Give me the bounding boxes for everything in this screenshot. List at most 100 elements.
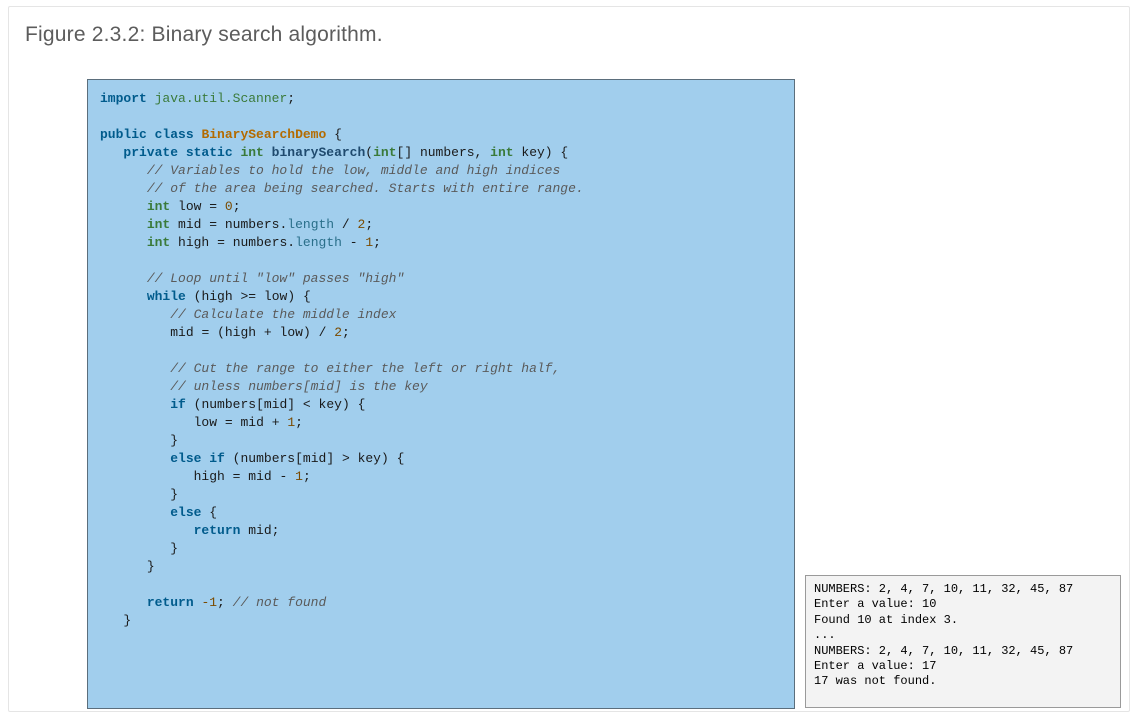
brace-open: {: [334, 127, 342, 142]
ident-numbers: numbers: [233, 235, 288, 250]
equals: =: [217, 235, 225, 250]
output-line: NUMBERS: 2, 4, 7, 10, 11, 32, 45, 87: [814, 582, 1073, 596]
number-literal: 1: [365, 235, 373, 250]
brace-open: {: [397, 451, 405, 466]
keyword-else: else: [170, 451, 201, 466]
brace-close: }: [147, 559, 155, 574]
figure-title: Figure 2.3.2: Binary search algorithm.: [9, 7, 1129, 67]
output-line: Enter a value: 17: [814, 659, 936, 673]
equals: =: [233, 469, 241, 484]
number-literal: -1: [201, 595, 217, 610]
output-line: NUMBERS: 2, 4, 7, 10, 11, 32, 45, 87: [814, 644, 1073, 658]
equals: =: [209, 217, 217, 232]
output-line: 17 was not found.: [814, 674, 936, 688]
semicolon: ;: [342, 325, 350, 340]
paren-open: (: [217, 325, 225, 340]
keyword-private: private: [123, 145, 178, 160]
semicolon: ;: [287, 91, 295, 106]
number-literal: 0: [225, 199, 233, 214]
var-high: high: [178, 235, 209, 250]
semicolon: ;: [272, 523, 280, 538]
package-path: java.util.Scanner: [155, 91, 288, 106]
paren-close: ): [303, 325, 311, 340]
var-mid: mid: [303, 451, 326, 466]
semicolon: ;: [217, 595, 225, 610]
bracket-close: ]: [287, 397, 295, 412]
number-literal: 2: [334, 325, 342, 340]
semicolon: ;: [303, 469, 311, 484]
var-low: low: [194, 415, 217, 430]
dot: .: [287, 235, 295, 250]
paren-close: ): [287, 289, 295, 304]
var-mid: mid: [178, 217, 201, 232]
param-key: key: [319, 397, 342, 412]
var-mid: mid: [240, 415, 263, 430]
semicolon: ;: [365, 217, 373, 232]
keyword-if: if: [170, 397, 186, 412]
equals: =: [225, 415, 233, 430]
output-line: Found 10 at index 3.: [814, 613, 958, 627]
brace-open: {: [303, 289, 311, 304]
keyword-return: return: [194, 523, 241, 538]
keyword-public: public: [100, 127, 147, 142]
equals: =: [201, 325, 209, 340]
output-line: Enter a value: 10: [814, 597, 936, 611]
semicolon: ;: [373, 235, 381, 250]
brace-open: {: [209, 505, 217, 520]
bracket-open: [: [295, 451, 303, 466]
member-length: length: [295, 235, 342, 250]
output-panel: NUMBERS: 2, 4, 7, 10, 11, 32, 45, 87 Ent…: [805, 575, 1121, 708]
plus: +: [264, 325, 272, 340]
bracket-open: [: [256, 397, 264, 412]
var-mid: mid: [248, 523, 271, 538]
var-low: low: [178, 199, 201, 214]
output-line: ...: [814, 628, 836, 642]
comment-line: // not found: [233, 595, 327, 610]
param-numbers: numbers: [420, 145, 475, 160]
var-low: low: [264, 289, 287, 304]
minus: -: [350, 235, 358, 250]
lt: <: [303, 397, 311, 412]
gte: >=: [240, 289, 256, 304]
number-literal: 1: [287, 415, 295, 430]
keyword-int: int: [240, 145, 263, 160]
brace-close: }: [123, 613, 131, 628]
keyword-int: int: [147, 235, 170, 250]
ident-numbers: numbers: [240, 451, 295, 466]
brackets: []: [397, 145, 413, 160]
keyword-int: int: [147, 199, 170, 214]
keyword-import: import: [100, 91, 147, 106]
comment-line: // Variables to hold the low, middle and…: [147, 163, 560, 178]
semicolon: ;: [295, 415, 303, 430]
class-name: BinarySearchDemo: [201, 127, 326, 142]
param-key: key: [358, 451, 381, 466]
plus: +: [272, 415, 280, 430]
comment-line: // Loop until "low" passes "high": [147, 271, 404, 286]
brace-close: }: [170, 433, 178, 448]
equals: =: [209, 199, 217, 214]
code-panel: import java.util.Scanner; public class B…: [87, 79, 795, 709]
number-literal: 1: [295, 469, 303, 484]
member-length: length: [287, 217, 334, 232]
bracket-close: ]: [326, 451, 334, 466]
var-high: high: [201, 289, 232, 304]
keyword-return: return: [147, 595, 194, 610]
comma: ,: [475, 145, 483, 160]
var-low: low: [280, 325, 303, 340]
keyword-int: int: [147, 217, 170, 232]
paren-close: ): [342, 397, 350, 412]
keyword-static: static: [186, 145, 233, 160]
brace-close: }: [170, 487, 178, 502]
ident-numbers: numbers: [225, 217, 280, 232]
figure-container: Figure 2.3.2: Binary search algorithm. i…: [8, 6, 1130, 712]
slash: /: [319, 325, 327, 340]
brace-close: }: [170, 541, 178, 556]
ident-numbers: numbers: [201, 397, 256, 412]
paren-close: ): [381, 451, 389, 466]
comment-line: // Cut the range to either the left or r…: [170, 361, 560, 376]
keyword-else: else: [170, 505, 201, 520]
method-name: binarySearch: [272, 145, 366, 160]
paren-open: (: [365, 145, 373, 160]
var-mid: mid: [170, 325, 193, 340]
brace-open: {: [358, 397, 366, 412]
